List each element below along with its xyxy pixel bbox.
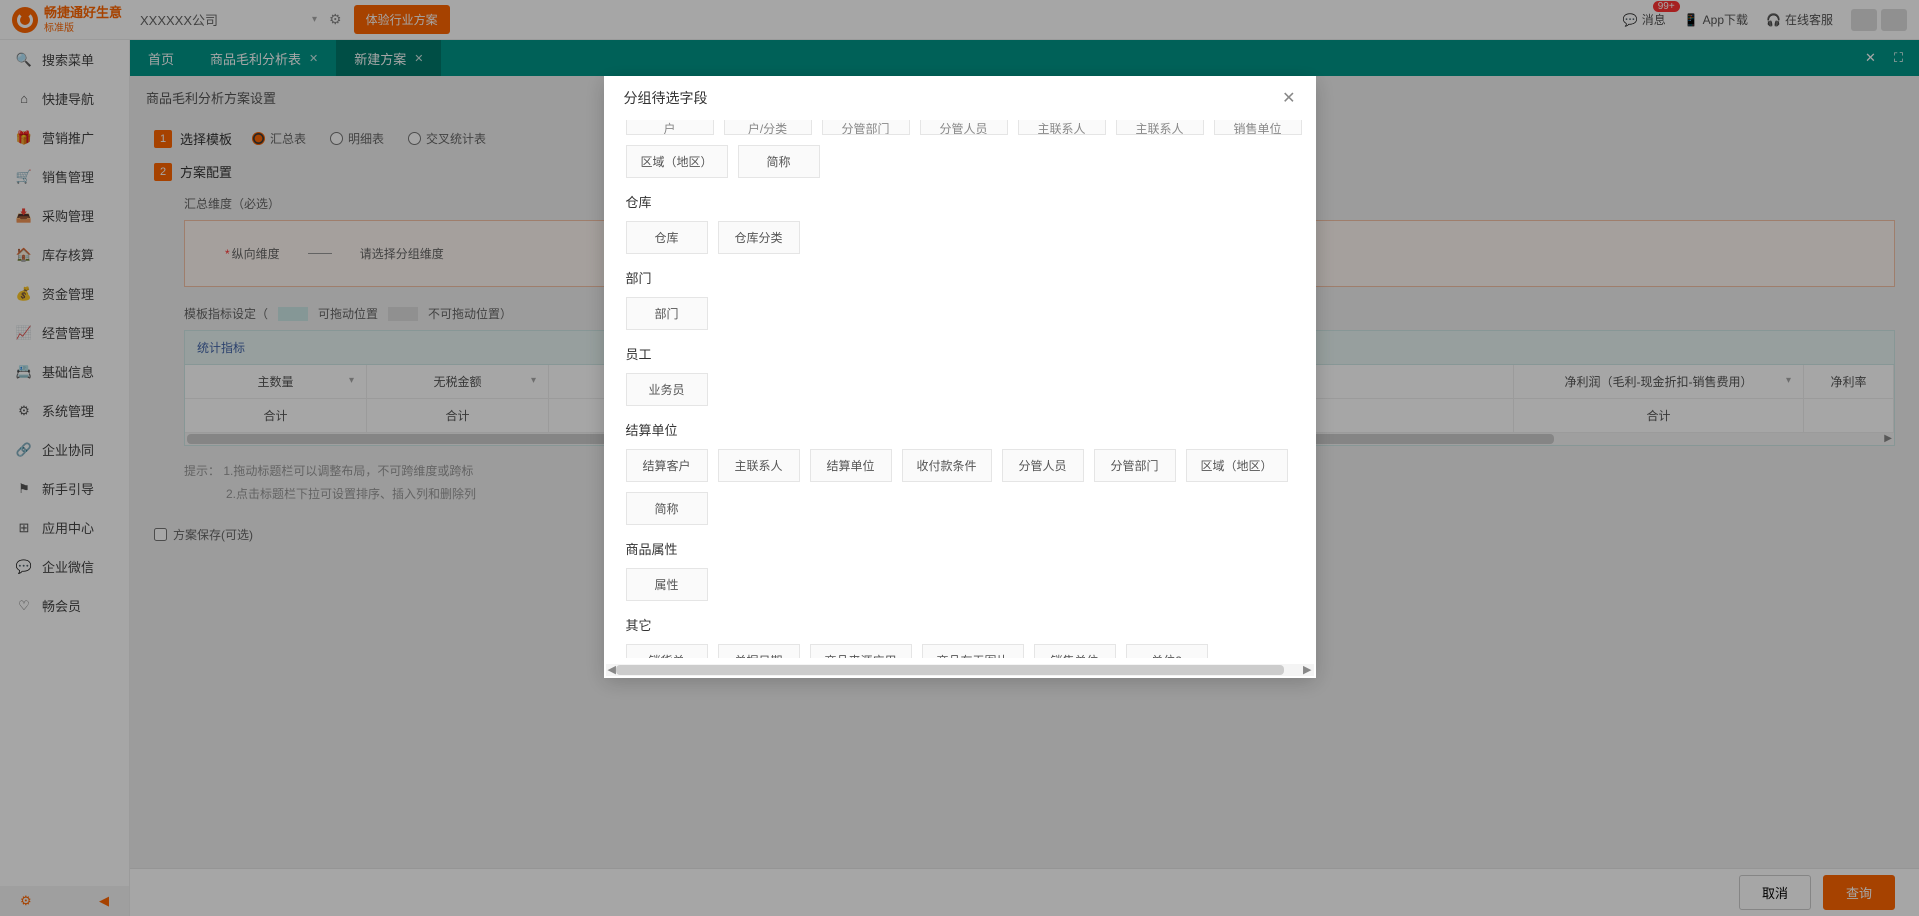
- chip-3-6[interactable]: 区域（地区）: [1186, 449, 1288, 482]
- modal-group-title-5: 其它: [626, 615, 1294, 634]
- modal-group-title-4: 商品属性: [626, 539, 1294, 558]
- modal-group-5: 销货单单据日期商品来源应用商品有无图片销售单位单位2主计量制单人审核人出库人预计…: [626, 644, 1294, 658]
- chip-5-5[interactable]: 单位2: [1126, 644, 1208, 658]
- chip-2-0[interactable]: 业务员: [626, 373, 708, 406]
- chip-4-0[interactable]: 属性: [626, 568, 708, 601]
- modal-scroll-thumb[interactable]: [616, 665, 1284, 675]
- chip-5-3[interactable]: 商品有无图片: [922, 644, 1024, 658]
- top2-chip-0[interactable]: 区域（地区）: [626, 145, 728, 178]
- modal-group-title-0: 仓库: [626, 192, 1294, 211]
- group-fields-modal: 分组待选字段 ✕ 户户/分类分管部门分管人员主联系人主联系人销售单位区域（地区）…: [604, 76, 1316, 678]
- cut-chip-3[interactable]: 分管人员: [920, 120, 1008, 135]
- modal-group-3: 结算客户主联系人结算单位收付款条件分管人员分管部门区域（地区） 简称: [626, 449, 1294, 525]
- modal-cut-row: 户户/分类分管部门分管人员主联系人主联系人销售单位: [626, 120, 1294, 135]
- modal-header: 分组待选字段 ✕: [604, 76, 1316, 120]
- chip-5-4[interactable]: 销售单位: [1034, 644, 1116, 658]
- modal-title: 分组待选字段: [624, 88, 708, 108]
- modal-group-0: 仓库仓库分类: [626, 221, 1294, 254]
- chip-5-2[interactable]: 商品来源应用: [810, 644, 912, 658]
- chip-5-1[interactable]: 单据日期: [718, 644, 800, 658]
- chip-3-1[interactable]: 主联系人: [718, 449, 800, 482]
- modal-group-4: 属性: [626, 568, 1294, 601]
- modal-group-title-1: 部门: [626, 268, 1294, 287]
- chip-3-4[interactable]: 分管人员: [1002, 449, 1084, 482]
- chip-3-2[interactable]: 结算单位: [810, 449, 892, 482]
- modal-top-row2: 区域（地区） 简称: [626, 145, 1294, 178]
- cut-chip-6[interactable]: 销售单位: [1214, 120, 1302, 135]
- chip-3-7[interactable]: 简称: [626, 492, 708, 525]
- chip-0-1[interactable]: 仓库分类: [718, 221, 800, 254]
- cut-chip-2[interactable]: 分管部门: [822, 120, 910, 135]
- cut-chip-1[interactable]: 户/分类: [724, 120, 812, 135]
- chip-5-0[interactable]: 销货单: [626, 644, 708, 658]
- close-icon[interactable]: ✕: [1282, 88, 1295, 108]
- top2-chip-1[interactable]: 简称: [738, 145, 820, 178]
- chip-3-5[interactable]: 分管部门: [1094, 449, 1176, 482]
- chip-3-3[interactable]: 收付款条件: [902, 449, 992, 482]
- cut-chip-0[interactable]: 户: [626, 120, 714, 135]
- modal-group-title-2: 员工: [626, 344, 1294, 363]
- chip-0-0[interactable]: 仓库: [626, 221, 708, 254]
- modal-hscroll[interactable]: ◀ ▶: [606, 664, 1314, 676]
- cut-chip-4[interactable]: 主联系人: [1018, 120, 1106, 135]
- modal-group-title-3: 结算单位: [626, 420, 1294, 439]
- modal-group-2: 业务员: [626, 373, 1294, 406]
- chip-1-0[interactable]: 部门: [626, 297, 708, 330]
- modal-scroll-right-icon[interactable]: ▶: [1303, 663, 1311, 676]
- chip-3-0[interactable]: 结算客户: [626, 449, 708, 482]
- cut-chip-5[interactable]: 主联系人: [1116, 120, 1204, 135]
- modal-group-1: 部门: [626, 297, 1294, 330]
